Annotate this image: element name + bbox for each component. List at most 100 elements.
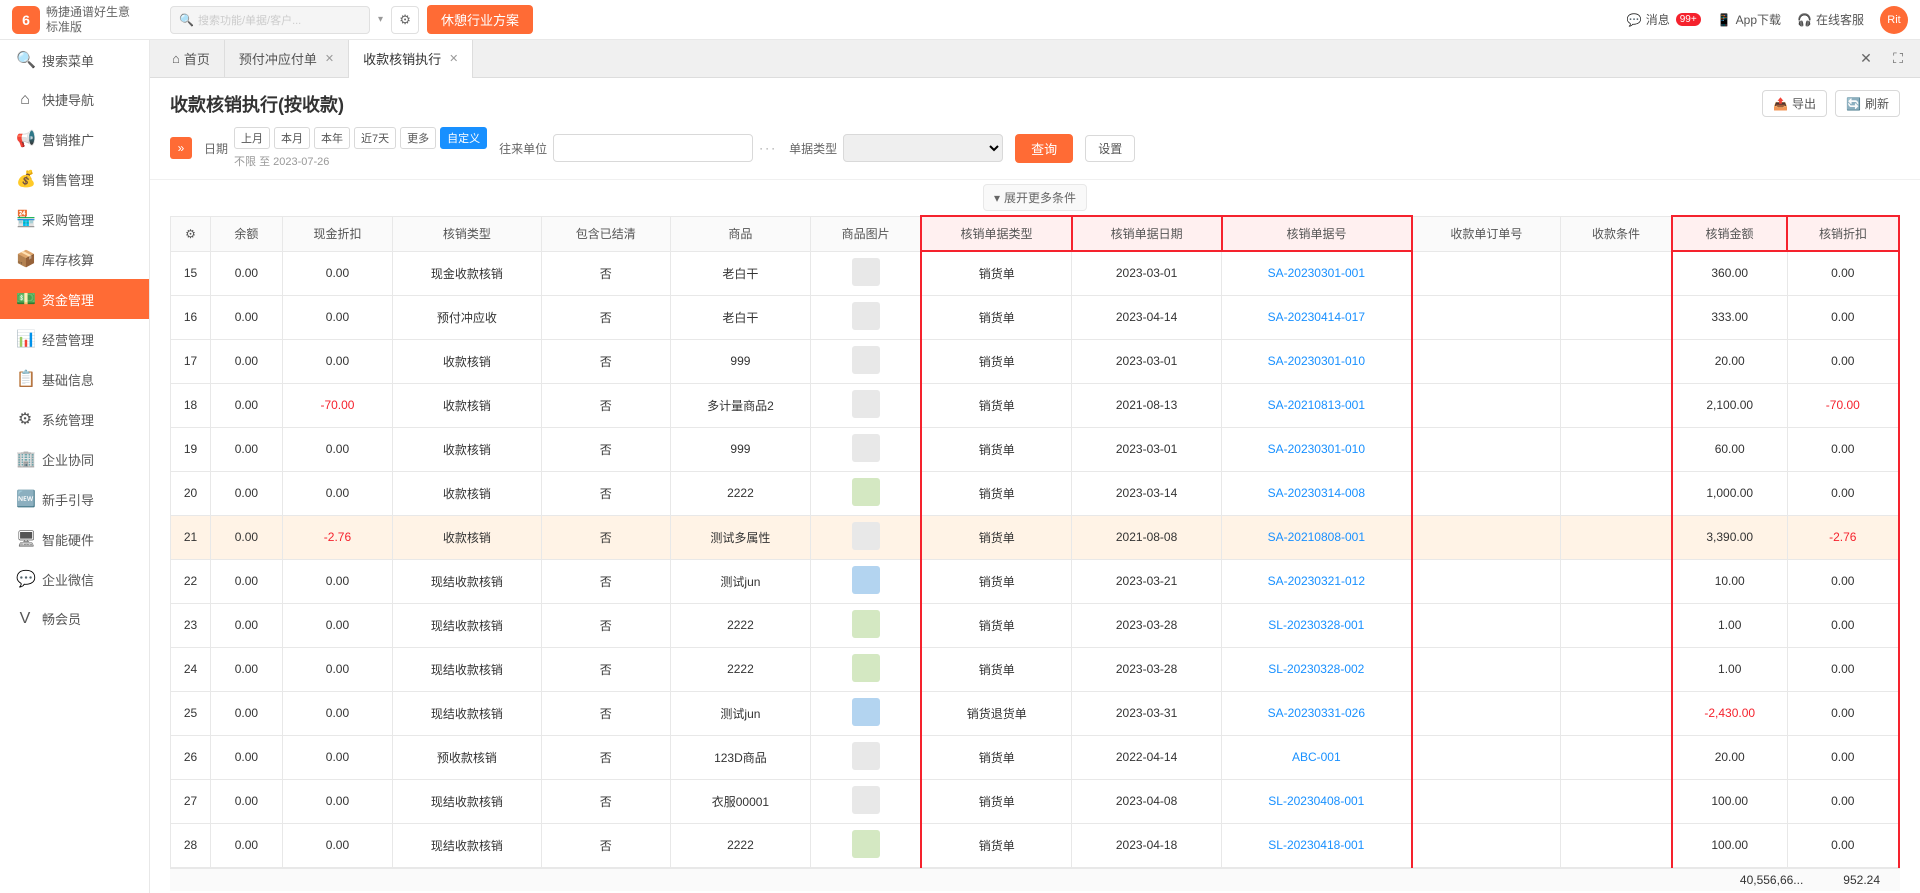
cell-bill-no[interactable]: SA-20230301-010 xyxy=(1222,427,1412,471)
sidebar-item-basic-info[interactable]: 📋 基础信息 xyxy=(0,359,149,399)
cell-write-off-type: 现结收款核销 xyxy=(393,779,542,823)
search-box[interactable]: 🔍 搜索功能/单据/客户... xyxy=(170,6,370,34)
settings-button[interactable]: 设置 xyxy=(1085,135,1135,162)
cell-receipt-order-no xyxy=(1412,691,1561,735)
cell-row-num: 23 xyxy=(171,603,211,647)
tab-collection[interactable]: 收款核销执行 ✕ xyxy=(349,40,473,78)
date-label: 日期 xyxy=(204,140,228,157)
sidebar-item-enterprise[interactable]: 🏢 企业协同 xyxy=(0,439,149,479)
table-row: 18 0.00 -70.00 收款核销 否 多计量商品2 销货单 2021-08… xyxy=(171,383,1900,427)
app-download-area[interactable]: 📱 App下载 xyxy=(1717,11,1781,28)
message-badge: 99+ xyxy=(1676,13,1701,26)
query-button[interactable]: 查询 xyxy=(1015,134,1073,163)
cell-bill-no[interactable]: SA-20210813-001 xyxy=(1222,383,1412,427)
sidebar-item-purchase[interactable]: 🏪 采购管理 xyxy=(0,199,149,239)
date-btn-this-year[interactable]: 本年 xyxy=(314,127,350,149)
cell-cash-discount: 0.00 xyxy=(282,647,392,691)
tab-close-all-button[interactable]: ✕ xyxy=(1852,45,1880,73)
th-write-off-amount: 核销金额 xyxy=(1672,216,1787,251)
th-settings[interactable]: ⚙ xyxy=(171,216,211,251)
sidebar-item-search-menu[interactable]: 🔍 搜索菜单 xyxy=(0,40,149,80)
table-row: 27 0.00 0.00 现结收款核销 否 衣服00001 销货单 2023-0… xyxy=(171,779,1900,823)
online-service-area[interactable]: 🎧 在线客服 xyxy=(1797,11,1864,28)
bill-type-select[interactable] xyxy=(843,134,1003,162)
date-btn-custom[interactable]: 自定义 xyxy=(440,127,487,149)
cell-goods: 测试jun xyxy=(670,559,810,603)
cell-bill-no[interactable]: ABC-001 xyxy=(1222,735,1412,779)
date-btn-7days[interactable]: 近7天 xyxy=(354,127,396,149)
cell-cash-discount: 0.00 xyxy=(282,339,392,383)
date-btn-more[interactable]: 更多 xyxy=(400,127,436,149)
sidebar-item-label: 快捷导航 xyxy=(42,90,94,109)
export-button[interactable]: 📤 导出 xyxy=(1762,90,1827,117)
cell-bill-no[interactable]: SL-20230328-001 xyxy=(1222,603,1412,647)
sidebar-item-smart-hw[interactable]: 🖥 智能硬件 xyxy=(0,519,149,559)
sidebar-item-quick-nav[interactable]: ⌂ 快捷导航 xyxy=(0,80,149,119)
basic-info-icon: 📋 xyxy=(16,369,34,389)
sidebar-item-enterprise-wx[interactable]: 💬 企业微信 xyxy=(0,559,149,599)
cell-bill-no[interactable]: SA-20230301-001 xyxy=(1222,251,1412,295)
date-btn-last-month[interactable]: 上月 xyxy=(234,127,270,149)
refresh-button[interactable]: 🔄 刷新 xyxy=(1835,90,1900,117)
cell-cash-discount: 0.00 xyxy=(282,779,392,823)
cell-bill-date: 2023-03-31 xyxy=(1072,691,1222,735)
bill-type-label: 单据类型 xyxy=(789,140,837,157)
tab-home[interactable]: ⌂ 首页 xyxy=(158,40,225,78)
cell-balance: 0.00 xyxy=(211,515,283,559)
filter-collapse-button[interactable]: » xyxy=(170,137,192,159)
cell-balance: 0.00 xyxy=(211,559,283,603)
cell-row-num: 24 xyxy=(171,647,211,691)
counterpart-input[interactable] xyxy=(553,134,753,162)
cell-balance: 0.00 xyxy=(211,603,283,647)
cell-bill-no[interactable]: SL-20230328-002 xyxy=(1222,647,1412,691)
cell-bill-no[interactable]: SA-20210808-001 xyxy=(1222,515,1412,559)
search-dropdown-arrow[interactable]: ▾ xyxy=(378,14,383,25)
cell-bill-no[interactable]: SA-20230321-012 xyxy=(1222,559,1412,603)
date-btn-this-month[interactable]: 本月 xyxy=(274,127,310,149)
cell-bill-no[interactable]: SA-20230331-026 xyxy=(1222,691,1412,735)
tab-collection-close[interactable]: ✕ xyxy=(449,52,458,65)
cell-bill-date: 2021-08-13 xyxy=(1072,383,1222,427)
cell-bill-no[interactable]: SL-20230408-001 xyxy=(1222,779,1412,823)
sidebar-item-finance[interactable]: 💵 资金管理 xyxy=(0,279,149,319)
settings-gear-btn[interactable]: ⚙ xyxy=(391,6,419,34)
cell-bill-type: 销货单 xyxy=(921,471,1071,515)
cell-include-settled: 否 xyxy=(541,427,670,471)
th-receipt-condition: 收款条件 xyxy=(1561,216,1672,251)
tab-maximize-button[interactable]: ⛶ xyxy=(1884,45,1912,73)
sidebar-item-system[interactable]: ⚙ 系统管理 xyxy=(0,399,149,439)
table-row: 23 0.00 0.00 现结收款核销 否 2222 销货单 2023-03-2… xyxy=(171,603,1900,647)
cell-goods-img xyxy=(810,339,921,383)
cell-bill-date: 2023-03-01 xyxy=(1072,339,1222,383)
cell-bill-no[interactable]: SA-20230414-017 xyxy=(1222,295,1412,339)
tab-prepaid[interactable]: 预付冲应付单 ✕ xyxy=(225,40,349,78)
cell-row-num: 26 xyxy=(171,735,211,779)
expand-more-button[interactable]: ▾ 展开更多条件 xyxy=(983,184,1087,211)
home-tab-icon: ⌂ xyxy=(172,51,180,66)
message-area[interactable]: 💬 消息 99+ xyxy=(1627,11,1701,28)
industry-solution-button[interactable]: 休憩行业方案 xyxy=(427,5,533,34)
tab-prepaid-close[interactable]: ✕ xyxy=(325,52,334,65)
cell-bill-no[interactable]: SA-20230301-010 xyxy=(1222,339,1412,383)
filter-bill-type-item: 单据类型 xyxy=(789,134,1003,162)
sidebar-item-member[interactable]: V 畅会员 xyxy=(0,599,149,638)
user-avatar[interactable]: Rit xyxy=(1880,6,1908,34)
cell-cash-discount: 0.00 xyxy=(282,559,392,603)
cell-include-settled: 否 xyxy=(541,823,670,867)
table-row: 26 0.00 0.00 预收款核销 否 123D商品 销货单 2022-04-… xyxy=(171,735,1900,779)
cell-bill-no[interactable]: SA-20230314-008 xyxy=(1222,471,1412,515)
sidebar-item-inventory[interactable]: 📦 库存核算 xyxy=(0,239,149,279)
sidebar-item-marketing[interactable]: 📢 营销推广 xyxy=(0,119,149,159)
sidebar-item-sales[interactable]: 💰 销售管理 xyxy=(0,159,149,199)
cell-goods-img xyxy=(810,251,921,295)
table-row: 17 0.00 0.00 收款核销 否 999 销货单 2023-03-01 S… xyxy=(171,339,1900,383)
page-content: 收款核销执行(按收款) 📤 导出 🔄 刷新 » xyxy=(150,78,1920,893)
sidebar-item-operations[interactable]: 📊 经营管理 xyxy=(0,319,149,359)
cell-write-off-discount: 0.00 xyxy=(1787,691,1899,735)
sidebar-item-label: 库存核算 xyxy=(42,250,94,269)
cell-bill-no[interactable]: SL-20230418-001 xyxy=(1222,823,1412,867)
page-title: 收款核销执行(按收款) xyxy=(170,91,344,117)
sidebar-item-new-guide[interactable]: 🆕 新手引导 xyxy=(0,479,149,519)
cell-receipt-condition xyxy=(1561,779,1672,823)
cell-bill-type: 销货单 xyxy=(921,295,1071,339)
